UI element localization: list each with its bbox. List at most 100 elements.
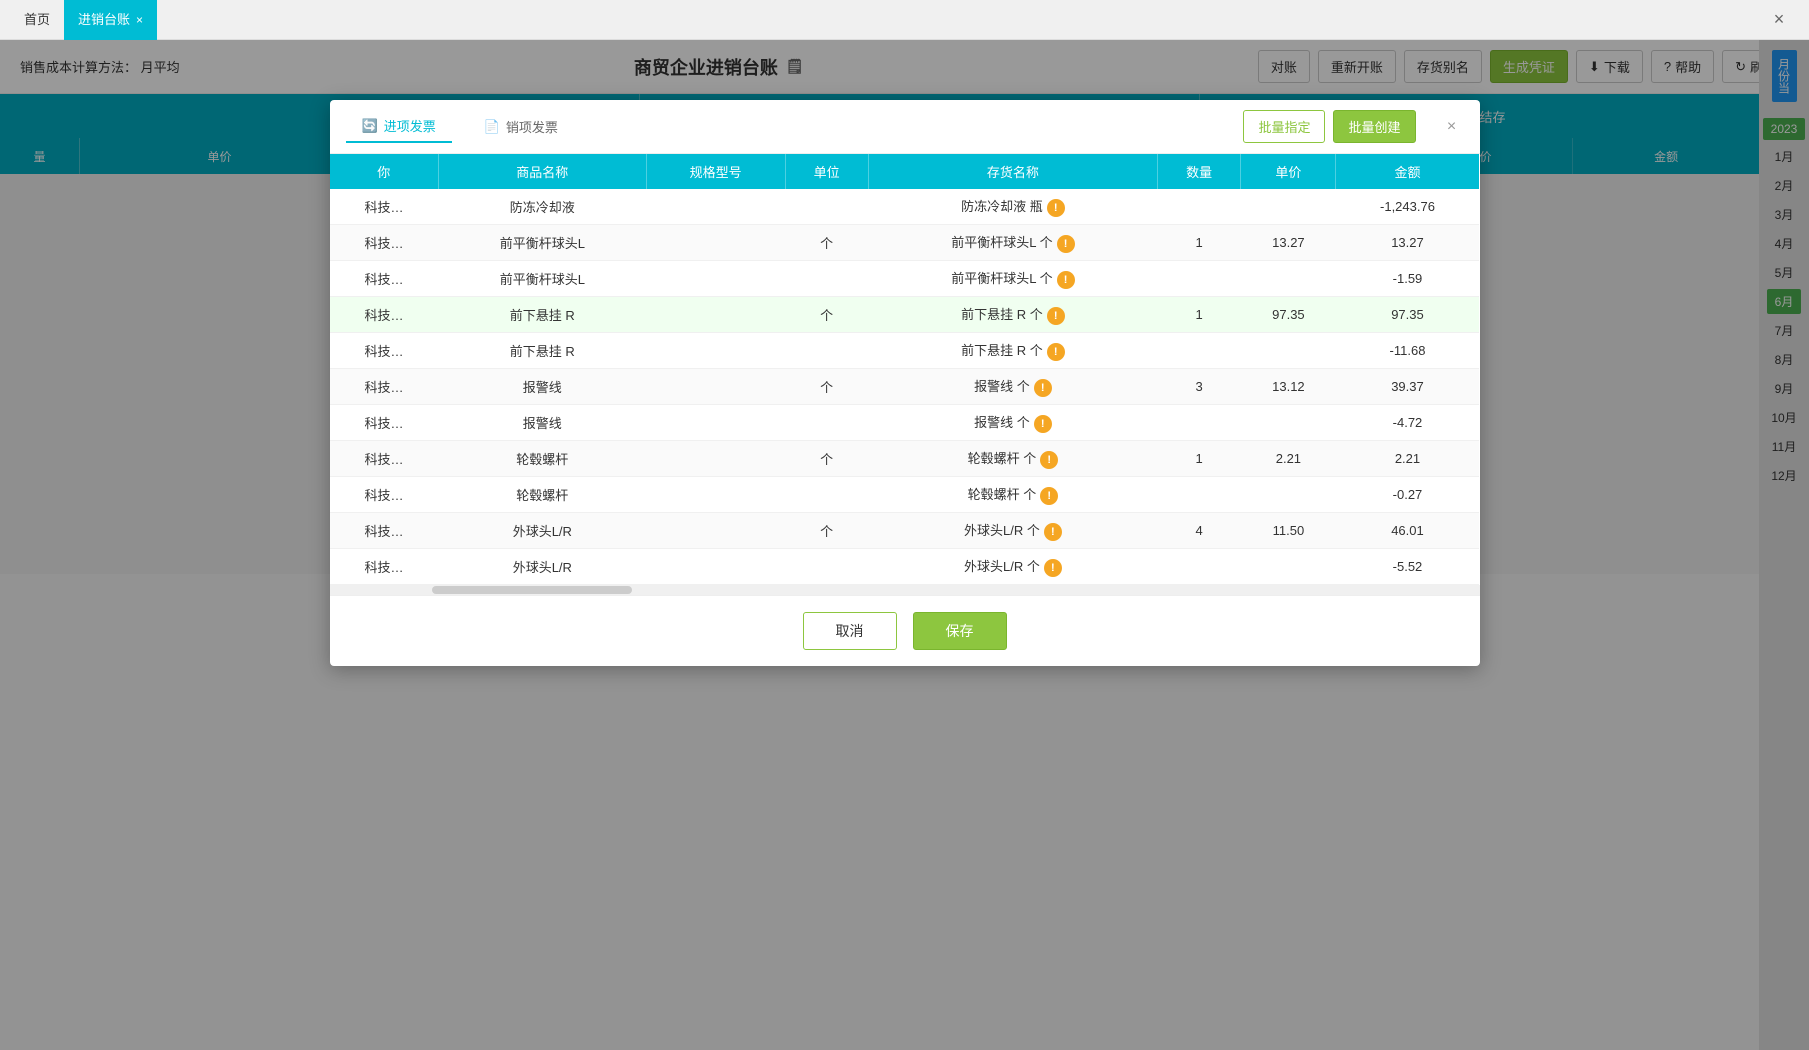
col-product: 商品名称	[438, 154, 646, 189]
col-company: 你	[330, 154, 439, 189]
cell-amount: -1,243.76	[1336, 189, 1479, 225]
save-button[interactable]: 保存	[913, 612, 1007, 650]
batch-assign-button[interactable]: 批量指定	[1243, 110, 1325, 143]
cell-amount: 2.21	[1336, 441, 1479, 477]
cell-product: 报警线	[438, 369, 646, 405]
cell-qty	[1158, 189, 1241, 225]
cell-price	[1241, 189, 1336, 225]
cell-company: 科技…	[330, 333, 439, 369]
cell-amount: 46.01	[1336, 513, 1479, 549]
cell-amount: -5.52	[1336, 549, 1479, 585]
cell-inventory: 报警线 个!	[868, 369, 1157, 405]
batch-create-button[interactable]: 批量创建	[1333, 110, 1415, 143]
cell-spec	[646, 549, 785, 585]
warning-icon: !	[1047, 307, 1065, 325]
current-tab[interactable]: 进销台账 ×	[64, 0, 157, 40]
cell-product: 轮毂螺杆	[438, 477, 646, 513]
cell-amount: -4.72	[1336, 405, 1479, 441]
cell-product: 外球头L/R	[438, 513, 646, 549]
table-row: 科技…前下悬挂 R前下悬挂 R 个!-11.68	[330, 333, 1480, 369]
cell-price	[1241, 261, 1336, 297]
cell-qty: 4	[1158, 513, 1241, 549]
modal-scrollbar[interactable]	[330, 585, 1480, 595]
col-amount: 金额	[1336, 154, 1479, 189]
cell-amount: -11.68	[1336, 333, 1479, 369]
cell-price	[1241, 405, 1336, 441]
col-qty: 数量	[1158, 154, 1241, 189]
col-unit: 单位	[785, 154, 868, 189]
modal-body: 你 商品名称 规格型号 单位 存货名称 数量 单价 金额 科技…防冻冷	[330, 154, 1480, 595]
cell-qty: 1	[1158, 297, 1241, 333]
tab-invoice-in[interactable]: 🔄 进项发票	[346, 110, 452, 143]
warning-icon: !	[1044, 523, 1062, 541]
modal-footer: 取消 保存	[330, 595, 1480, 666]
cell-unit: 个	[785, 369, 868, 405]
cell-qty	[1158, 549, 1241, 585]
cell-inventory: 前平衡杆球头L 个!	[868, 261, 1157, 297]
cell-price	[1241, 333, 1336, 369]
cell-product: 前下悬挂 R	[438, 297, 646, 333]
modal-header: 🔄 进项发票 📄 销项发票 批量指定 批量创建 ×	[330, 100, 1480, 154]
cell-company: 科技…	[330, 477, 439, 513]
col-price: 单价	[1241, 154, 1336, 189]
warning-icon: !	[1057, 235, 1075, 253]
cell-spec	[646, 369, 785, 405]
cell-product: 前平衡杆球头L	[438, 261, 646, 297]
cell-unit	[785, 189, 868, 225]
cell-qty	[1158, 405, 1241, 441]
cell-inventory: 外球头L/R 个!	[868, 513, 1157, 549]
warning-icon: !	[1047, 199, 1065, 217]
warning-icon: !	[1040, 487, 1058, 505]
cell-product: 报警线	[438, 405, 646, 441]
cell-inventory: 轮毂螺杆 个!	[868, 477, 1157, 513]
warning-icon: !	[1040, 451, 1058, 469]
cell-company: 科技…	[330, 513, 439, 549]
cell-company: 科技…	[330, 225, 439, 261]
home-tab[interactable]: 首页	[10, 0, 64, 40]
cell-price: 13.12	[1241, 369, 1336, 405]
cell-product: 前平衡杆球头L	[438, 225, 646, 261]
cell-price	[1241, 477, 1336, 513]
cell-qty	[1158, 477, 1241, 513]
cell-amount: -0.27	[1336, 477, 1479, 513]
cell-inventory: 前下悬挂 R 个!	[868, 333, 1157, 369]
modal-table-wrapper[interactable]: 你 商品名称 规格型号 单位 存货名称 数量 单价 金额 科技…防冻冷	[330, 154, 1480, 585]
cell-company: 科技…	[330, 297, 439, 333]
cell-spec	[646, 441, 785, 477]
modal-overlay: 🔄 进项发票 📄 销项发票 批量指定 批量创建 ×	[0, 40, 1809, 1050]
cell-unit: 个	[785, 297, 868, 333]
warning-icon: !	[1034, 415, 1052, 433]
cell-qty: 3	[1158, 369, 1241, 405]
tab-close-icon[interactable]: ×	[136, 0, 143, 40]
cell-inventory: 前平衡杆球头L 个!	[868, 225, 1157, 261]
invoice-table: 你 商品名称 规格型号 单位 存货名称 数量 单价 金额 科技…防冻冷	[330, 154, 1480, 585]
cell-amount: 13.27	[1336, 225, 1479, 261]
warning-icon: !	[1047, 343, 1065, 361]
cell-unit	[785, 477, 868, 513]
window-close-button[interactable]: ×	[1759, 0, 1799, 40]
warning-icon: !	[1044, 559, 1062, 577]
table-row: 科技…轮毂螺杆 轮毂螺杆 个! -0.27	[330, 477, 1480, 513]
cell-spec	[646, 189, 785, 225]
table-row: 科技…报警线报警线 个!-4.72	[330, 405, 1480, 441]
cell-unit	[785, 333, 868, 369]
tab-invoice-out[interactable]: 📄 销项发票	[468, 111, 574, 142]
cell-company: 科技…	[330, 405, 439, 441]
cell-inventory: 外球头L/R 个!	[868, 549, 1157, 585]
cell-qty	[1158, 261, 1241, 297]
cell-amount: 39.37	[1336, 369, 1479, 405]
table-row: 科技…轮毂螺杆个轮毂螺杆 个!12.212.21	[330, 441, 1480, 477]
table-row: 科技…前平衡杆球头L个前平衡杆球头L 个!113.2713.27	[330, 225, 1480, 261]
cell-spec	[646, 513, 785, 549]
col-inventory: 存货名称	[868, 154, 1157, 189]
cell-unit	[785, 549, 868, 585]
invoice-modal: 🔄 进项发票 📄 销项发票 批量指定 批量创建 ×	[330, 100, 1480, 666]
warning-icon: !	[1057, 271, 1075, 289]
cell-qty: 1	[1158, 441, 1241, 477]
cell-spec	[646, 297, 785, 333]
warning-icon: !	[1034, 379, 1052, 397]
modal-close-button[interactable]: ×	[1440, 115, 1464, 139]
cell-qty	[1158, 333, 1241, 369]
cancel-button[interactable]: 取消	[803, 612, 897, 650]
cell-company: 科技…	[330, 369, 439, 405]
